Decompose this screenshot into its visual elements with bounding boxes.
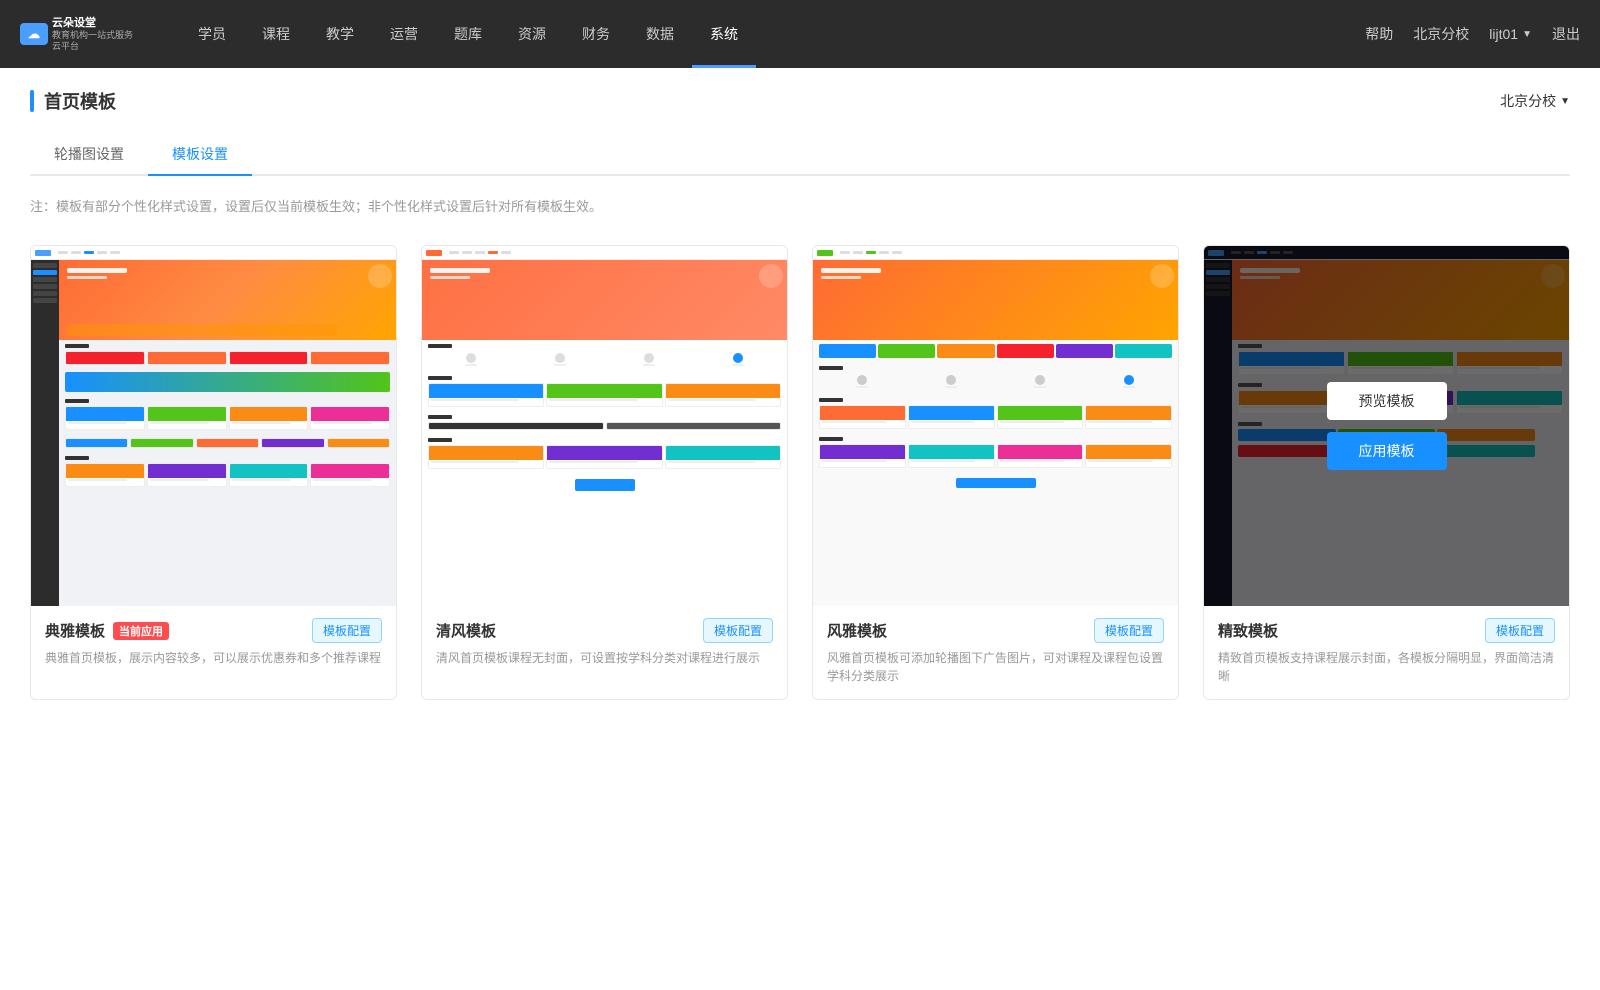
logo: ☁ 云朵设堂 教育机构一站式服务云平台 — [20, 12, 140, 56]
nav-item-finance[interactable]: 财务 — [564, 0, 628, 68]
tabs: 轮播图设置 模板设置 — [30, 134, 1570, 176]
page-content: 首页模板 北京分校 ▼ 轮播图设置 模板设置 注：模板有部分个性化样式设置，设置… — [0, 68, 1600, 990]
nav-item-students[interactable]: 学员 — [180, 0, 244, 68]
preview-template-button[interactable]: 预览模板 — [1327, 382, 1447, 420]
page-title-wrap: 首页模板 — [30, 88, 116, 114]
template-footer-jingzhi: 精致模板 模板配置 精致首页模板支持课程展示封面，各模板分隔明显，界面简洁清晰 — [1204, 606, 1569, 699]
badge-current-dianyan: 当前应用 — [113, 622, 169, 640]
user-menu[interactable]: lijt01 ▼ — [1489, 26, 1532, 42]
notice-text: 注：模板有部分个性化样式设置，设置后仅当前模板生效；非个性化样式设置后针对所有模… — [30, 196, 1570, 215]
template-desc-dianyan: 典雅首页模板，展示内容较多，可以展示优惠券和多个推荐课程 — [45, 649, 382, 667]
chevron-down-icon: ▼ — [1560, 96, 1570, 107]
logo-icon: ☁ — [20, 23, 48, 45]
chevron-down-icon: ▼ — [1522, 29, 1532, 40]
config-button-jingzhi[interactable]: 模板配置 — [1485, 618, 1555, 643]
navbar-nav: 学员 课程 教学 运营 题库 资源 财务 数据 系统 — [180, 0, 1365, 68]
branch-selector[interactable]: 北京分校 ▼ — [1500, 91, 1570, 111]
template-name-qingfeng: 清风模板 — [436, 620, 496, 641]
template-preview-fengya — [813, 246, 1178, 606]
template-footer-fengya: 风雅模板 模板配置 风雅首页模板可添加轮播图下广告图片，可对课程及课程包设置学科… — [813, 606, 1178, 699]
apply-template-button[interactable]: 应用模板 — [1327, 432, 1447, 470]
tab-template[interactable]: 模板设置 — [148, 134, 252, 176]
config-button-fengya[interactable]: 模板配置 — [1094, 618, 1164, 643]
template-desc-fengya: 风雅首页模板可添加轮播图下广告图片，可对课程及课程包设置学科分类展示 — [827, 649, 1164, 685]
template-card-fengya[interactable]: 风雅模板 模板配置 风雅首页模板可添加轮播图下广告图片，可对课程及课程包设置学科… — [812, 245, 1179, 700]
template-footer-qingfeng: 清风模板 模板配置 清风首页模板课程无封面，可设置按学科分类对课程进行展示 — [422, 606, 787, 681]
tab-carousel[interactable]: 轮播图设置 — [30, 134, 148, 176]
template-card-jingzhi[interactable]: 预览模板 应用模板 精致模板 模板配置 精致首页模板支持课程展示封面，各模板分隔… — [1203, 245, 1570, 700]
nav-item-operations[interactable]: 运营 — [372, 0, 436, 68]
nav-item-teaching[interactable]: 教学 — [308, 0, 372, 68]
title-bar-decoration — [30, 90, 34, 112]
template-footer-dianyan: 典雅模板 当前应用 模板配置 典雅首页模板，展示内容较多，可以展示优惠券和多个推… — [31, 606, 396, 681]
help-link[interactable]: 帮助 — [1365, 24, 1393, 44]
nav-item-data[interactable]: 数据 — [628, 0, 692, 68]
nav-item-resources[interactable]: 资源 — [500, 0, 564, 68]
config-button-qingfeng[interactable]: 模板配置 — [703, 618, 773, 643]
template-card-dianyan[interactable]: 典雅模板 当前应用 模板配置 典雅首页模板，展示内容较多，可以展示优惠券和多个推… — [30, 245, 397, 700]
nav-item-courses[interactable]: 课程 — [244, 0, 308, 68]
username: lijt01 — [1489, 26, 1518, 42]
template-desc-jingzhi: 精致首页模板支持课程展示封面，各模板分隔明显，界面简洁清晰 — [1218, 649, 1555, 685]
nav-item-questions[interactable]: 题库 — [436, 0, 500, 68]
nav-item-system[interactable]: 系统 — [692, 0, 756, 68]
logout-link[interactable]: 退出 — [1552, 24, 1580, 44]
logo-sub: 教育机构一站式服务云平台 — [52, 30, 140, 52]
branch-link[interactable]: 北京分校 — [1413, 24, 1469, 44]
logo-name: 云朵设堂 — [52, 17, 140, 30]
template-preview-jingzhi: 预览模板 应用模板 — [1204, 246, 1569, 606]
config-button-dianyan[interactable]: 模板配置 — [312, 618, 382, 643]
page-header: 首页模板 北京分校 ▼ — [30, 88, 1570, 114]
navbar: ☁ 云朵设堂 教育机构一站式服务云平台 学员 课程 教学 运营 题库 资源 财务… — [0, 0, 1600, 68]
template-preview-dianyan — [31, 246, 396, 606]
template-name-fengya: 风雅模板 — [827, 620, 887, 641]
template-preview-qingfeng — [422, 246, 787, 606]
branch-label: 北京分校 — [1500, 91, 1556, 111]
template-desc-qingfeng: 清风首页模板课程无封面，可设置按学科分类对课程进行展示 — [436, 649, 773, 667]
page-title: 首页模板 — [44, 88, 116, 114]
template-overlay-jingzhi: 预览模板 应用模板 — [1204, 246, 1569, 606]
template-card-qingfeng[interactable]: 清风模板 模板配置 清风首页模板课程无封面，可设置按学科分类对课程进行展示 — [421, 245, 788, 700]
template-name-jingzhi: 精致模板 — [1218, 620, 1278, 641]
template-name-dianyan: 典雅模板 当前应用 — [45, 620, 169, 641]
navbar-right: 帮助 北京分校 lijt01 ▼ 退出 — [1365, 24, 1580, 44]
template-grid: 典雅模板 当前应用 模板配置 典雅首页模板，展示内容较多，可以展示优惠券和多个推… — [30, 245, 1570, 700]
